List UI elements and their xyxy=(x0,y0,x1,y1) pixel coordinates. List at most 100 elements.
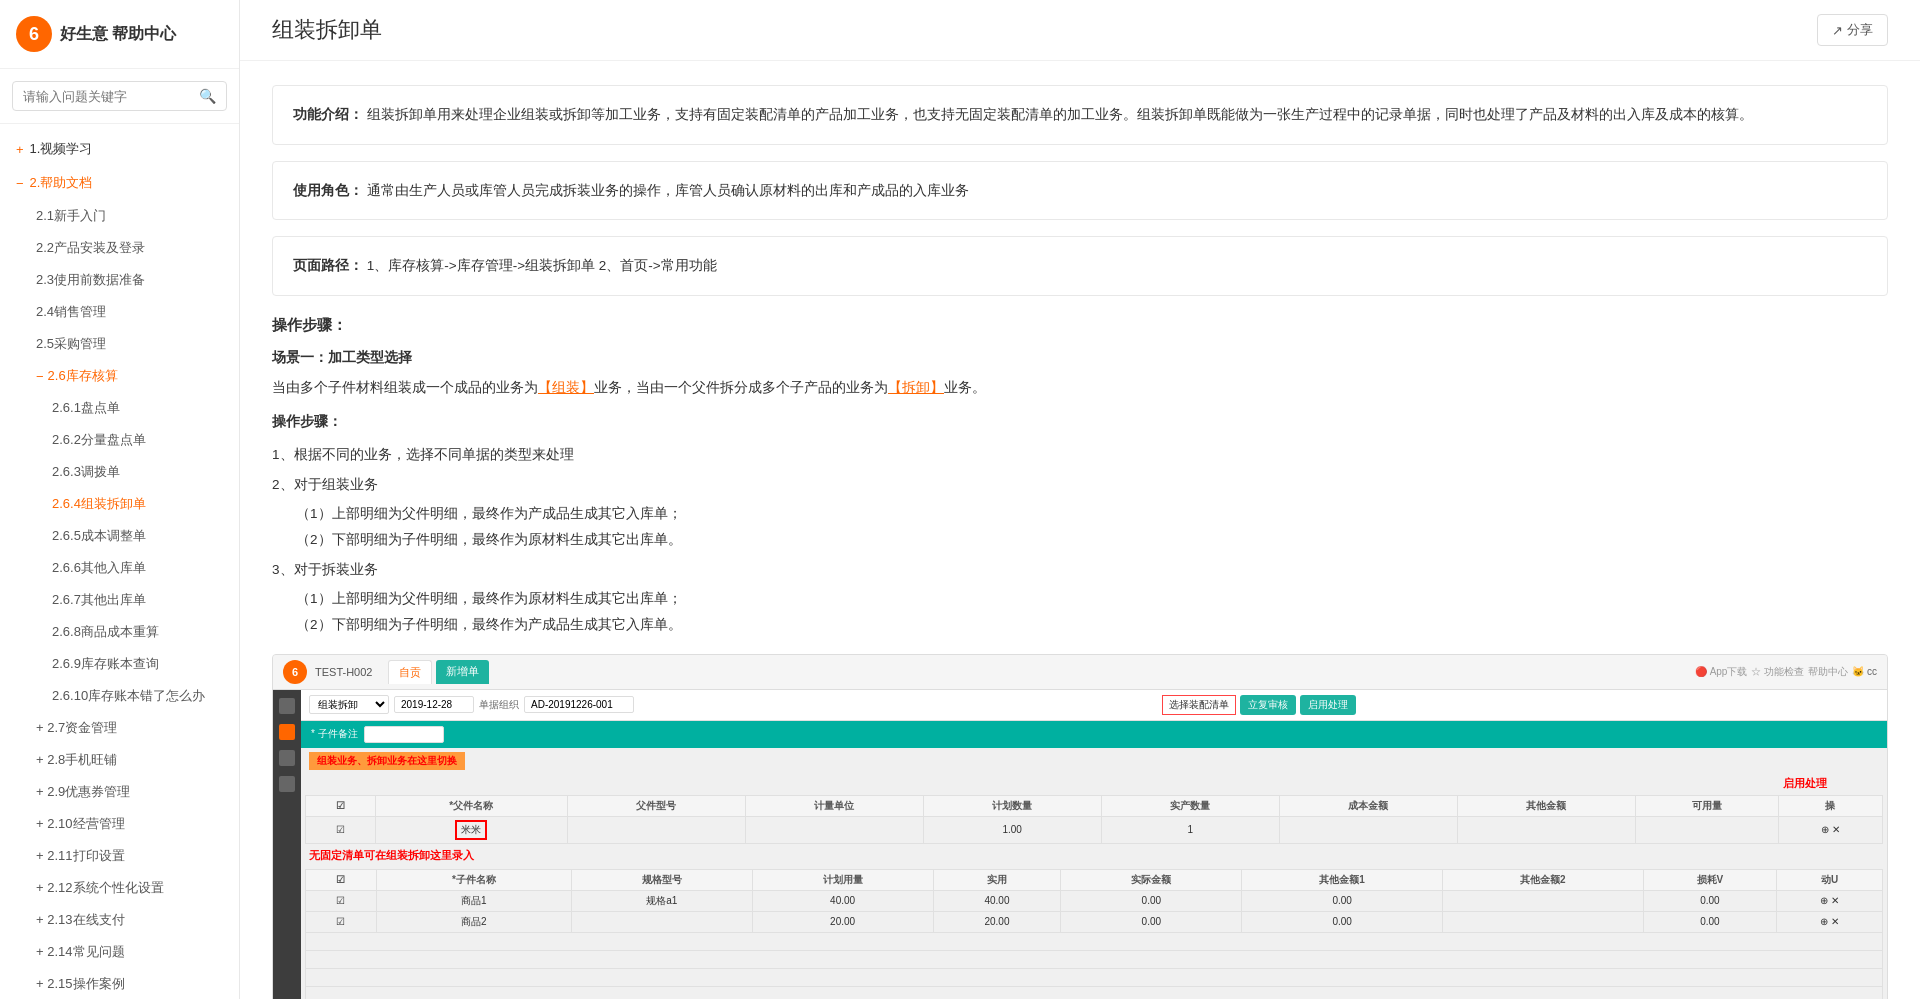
inner-status-left: * 子件备注 xyxy=(311,726,444,743)
inner-status-bar: * 子件备注 xyxy=(301,721,1887,748)
upper-col-parent-model: 父件型号 xyxy=(567,795,745,816)
search-box[interactable]: 🔍 xyxy=(12,81,227,111)
sidebar-item-install[interactable]: 2.2产品安装及登录 xyxy=(0,232,239,264)
sidebar-item-label: 2.6.9库存账本查询 xyxy=(52,656,159,671)
sidebar-item-stock-error[interactable]: 2.6.10库存账本错了怎么办 xyxy=(0,680,239,712)
inner-type-select[interactable]: 组装拆卸 xyxy=(309,695,389,714)
logo-area: 6 好生意 帮助中心 xyxy=(0,0,239,69)
inner-save-btn[interactable]: 立复审核 xyxy=(1240,695,1296,715)
share-label: 分享 xyxy=(1847,21,1873,39)
inner-action-btn[interactable]: 启用处理 xyxy=(1300,695,1356,715)
inner-group-label: 单据组织 xyxy=(479,698,519,712)
sidebar-item-label: + 2.10经营管理 xyxy=(36,816,125,831)
type-toggle-bar: 组装业务、拆卸业务在这里切换 xyxy=(309,752,465,770)
sidebar-item-docs[interactable]: − 2.帮助文档 xyxy=(0,166,239,200)
lower-row1-loss: 0.00 xyxy=(1643,890,1777,911)
lower-row1-other2 xyxy=(1442,890,1643,911)
inner-date-input[interactable] xyxy=(394,696,474,713)
sidebar-item-inventory[interactable]: − 2.6库存核算 xyxy=(0,360,239,392)
sidebar-item-cost-adjust[interactable]: 2.6.5成本调整单 xyxy=(0,520,239,552)
lower-row1-action: ⊕ ✕ xyxy=(1777,890,1883,911)
share-button[interactable]: ↗ 分享 xyxy=(1817,14,1888,46)
role-label: 使用角色： xyxy=(293,183,363,198)
sidebar-item-video[interactable]: + 1.视频学习 xyxy=(0,132,239,166)
sidebar-item-label: 2.6.6其他入库单 xyxy=(52,560,146,575)
sidebar-item-biz[interactable]: + 2.10经营管理 xyxy=(0,808,239,840)
sidebar-item-transfer[interactable]: 2.6.3调拨单 xyxy=(0,456,239,488)
parent-name-value: 米米 xyxy=(461,824,481,835)
inner-sidebar-icon2 xyxy=(279,724,295,740)
sidebar-item-pay[interactable]: + 2.13在线支付 xyxy=(0,904,239,936)
lower-row2-action: ⊕ ✕ xyxy=(1777,911,1883,932)
search-input[interactable] xyxy=(23,89,199,104)
inner-tab-home[interactable]: 自贡 xyxy=(388,660,432,684)
lower-table-header-row: ☑ *子件名称 规格型号 计划用量 实用 实际金额 其他金额1 其他金额2 损耗 xyxy=(306,869,1883,890)
search-icon[interactable]: 🔍 xyxy=(199,88,216,104)
upper-row-plan-qty: 1.00 xyxy=(923,816,1101,843)
sidebar-item-print[interactable]: + 2.11打印设置 xyxy=(0,840,239,872)
bom-select-btn[interactable]: 选择装配清单 xyxy=(1162,695,1236,715)
sidebar-item-label: 2.6.3调拨单 xyxy=(52,464,120,479)
sidebar-item-mobile[interactable]: + 2.8手机旺铺 xyxy=(0,744,239,776)
sidebar-item-sales[interactable]: 2.4销售管理 xyxy=(0,296,239,328)
sidebar-item-stocktake[interactable]: 2.6.1盘点单 xyxy=(0,392,239,424)
sidebar-item-coupon[interactable]: + 2.9优惠券管理 xyxy=(0,776,239,808)
sidebar-item-newbie[interactable]: 2.1新手入门 xyxy=(0,200,239,232)
upper-row-unit xyxy=(745,816,923,843)
sidebar-item-stock-check[interactable]: 2.6.9库存账本查询 xyxy=(0,648,239,680)
sidebar-item-label: 2.6.1盘点单 xyxy=(52,400,120,415)
scenario1-title: 场景一：加工类型选择 xyxy=(272,349,1888,367)
inner-app-wrapper: 6 TEST-H002 自贡 新增单 🔴 App下载 ☆ 功能检查 xyxy=(273,655,1887,999)
step3: 3、对于拆装业务 xyxy=(272,557,1888,583)
inner-body: 组装拆卸 单据组织 有装配清单的在这里处理 选择装配清单 xyxy=(273,690,1887,999)
lower-row1-amount: 0.00 xyxy=(1061,890,1242,911)
inner-remark-input[interactable] xyxy=(364,726,444,743)
sidebar-item-purchase[interactable]: 2.5采购管理 xyxy=(0,328,239,360)
inner-nav-tabs: 自贡 新增单 xyxy=(388,660,489,684)
sidebar-item-label: + 2.9优惠券管理 xyxy=(36,784,130,799)
sidebar-item-other-in[interactable]: 2.6.6其他入库单 xyxy=(0,552,239,584)
scenario1-desc: 当由多个子件材料组装成一个成品的业务为【组装】业务，当由一个父件拆分成多个子产品… xyxy=(272,375,1888,401)
sidebar-item-label: 2.5采购管理 xyxy=(36,336,106,351)
logo-text: 好生意 帮助中心 xyxy=(60,24,176,45)
annotation-area3: 启用处理 xyxy=(301,774,1887,791)
lower-row1-other1: 0.00 xyxy=(1242,890,1443,911)
sidebar-item-label: 2.帮助文档 xyxy=(30,174,93,192)
function-intro-block: 功能介绍： 组装拆卸单用来处理企业组装或拆卸等加工业务，支持有固定装配清单的产品… xyxy=(272,85,1888,145)
bom-select-label: 选择装配清单 xyxy=(1169,698,1229,712)
sidebar-item-data-prep[interactable]: 2.3使用前数据准备 xyxy=(0,264,239,296)
sidebar-item-cost-recalc[interactable]: 2.6.8商品成本重算 xyxy=(0,616,239,648)
expand-icon-inventory: − xyxy=(36,369,44,384)
sidebar-item-faq[interactable]: + 2.14常见问题 xyxy=(0,936,239,968)
logo-icon: 6 xyxy=(16,16,52,52)
upper-row-name: 米米 xyxy=(375,816,567,843)
function-intro-label: 功能介绍： xyxy=(293,107,363,122)
sidebar-item-system[interactable]: + 2.12系统个性化设置 xyxy=(0,872,239,904)
upper-col-cost: 成本金额 xyxy=(1279,795,1457,816)
upper-col-parent-name: *父件名称 xyxy=(375,795,567,816)
lower-table: ☑ *子件名称 规格型号 计划用量 实用 实际金额 其他金额1 其他金额2 损耗 xyxy=(305,869,1883,999)
expand-icon-docs: − xyxy=(16,176,24,191)
upper-row-checkbox: ☑ xyxy=(306,816,376,843)
link-chai: 【拆卸】 xyxy=(888,380,944,395)
sidebar-item-split-stocktake[interactable]: 2.6.2分量盘点单 xyxy=(0,424,239,456)
lower-row1-name: 商品1 xyxy=(376,890,571,911)
inner-logo: 6 xyxy=(283,660,307,684)
lower-row2-plan: 20.00 xyxy=(752,911,933,932)
inner-tab-new[interactable]: 新增单 xyxy=(436,660,489,684)
sidebar-item-assembly[interactable]: 2.6.4组装拆卸单 xyxy=(0,488,239,520)
inner-group-input[interactable] xyxy=(524,696,634,713)
sidebar-item-label: + 2.7资金管理 xyxy=(36,720,117,735)
upper-row-other xyxy=(1457,816,1635,843)
sidebar-item-cases[interactable]: + 2.15操作案例 xyxy=(0,968,239,999)
path-block: 页面路径： 1、库存核算->库存管理->组装拆卸单 2、首页->常用功能 xyxy=(272,236,1888,296)
lower-row2-amount: 0.00 xyxy=(1061,911,1242,932)
expand-icon-video: + xyxy=(16,142,24,157)
ops-steps-title: 操作步骤： xyxy=(272,409,1888,435)
role-text: 通常由生产人员或库管人员完成拆装业务的操作，库管人员确认原材料的出库和产成品的入… xyxy=(367,183,969,198)
sidebar-item-cash[interactable]: + 2.7资金管理 xyxy=(0,712,239,744)
lower-col-actual: 实用 xyxy=(933,869,1061,890)
sidebar-item-other-out[interactable]: 2.6.7其他出库单 xyxy=(0,584,239,616)
upper-col-other: 其他金额 xyxy=(1457,795,1635,816)
sidebar-item-label: 2.6.10库存账本错了怎么办 xyxy=(52,688,205,703)
